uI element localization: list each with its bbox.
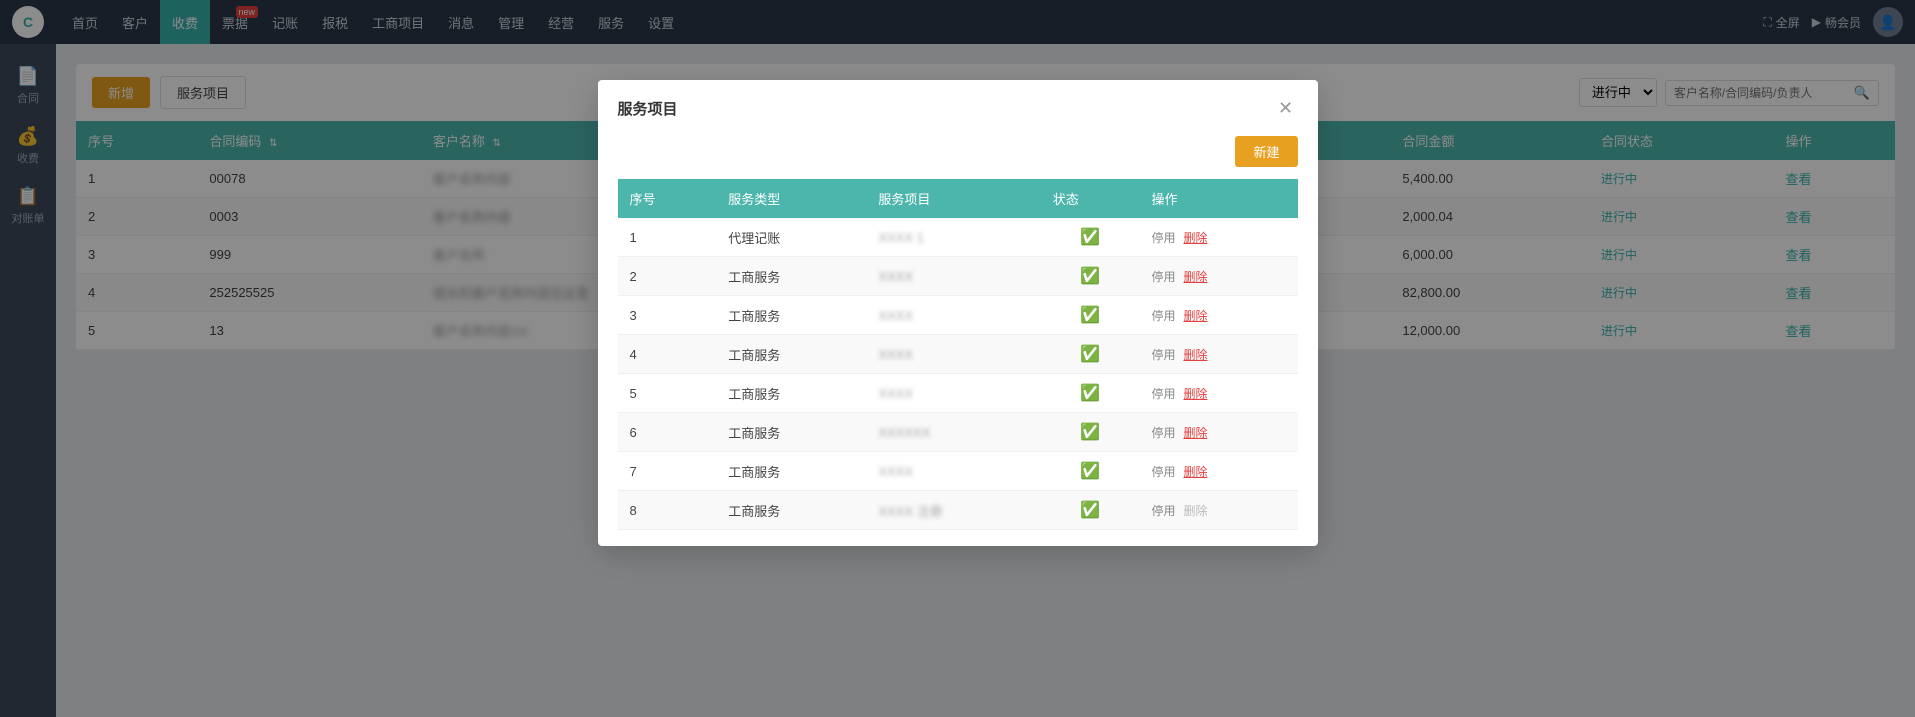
modal-cell-seq: 7 xyxy=(618,452,717,491)
modal-cell-action: 停用 删除 xyxy=(1139,218,1297,257)
modal-cell-item: XXXX 1 xyxy=(866,218,1040,257)
modal-cell-status: ✅ xyxy=(1041,218,1140,257)
delete-button[interactable]: 删除 xyxy=(1183,268,1207,285)
modal-cell-status: ✅ xyxy=(1041,491,1140,530)
modal-cell-type: 工商服务 xyxy=(716,257,866,296)
status-check-icon: ✅ xyxy=(1053,227,1128,247)
stop-button[interactable]: 停用 xyxy=(1151,502,1175,519)
action-group: 停用 删除 xyxy=(1151,502,1285,519)
modal-cell-item: XXXX xyxy=(866,335,1040,374)
modal-cell-status: ✅ xyxy=(1041,335,1140,374)
modal-cell-item: XXXX xyxy=(866,296,1040,335)
modal-cell-item: XXXXXX xyxy=(866,413,1040,452)
new-service-button[interactable]: 新建 xyxy=(1235,136,1297,167)
modal-cell-seq: 5 xyxy=(618,374,717,413)
modal-cell-action: 停用 删除 xyxy=(1139,491,1297,530)
modal-cell-type: 工商服务 xyxy=(716,335,866,374)
modal-cell-status: ✅ xyxy=(1041,296,1140,335)
modal-cell-action: 停用 删除 xyxy=(1139,335,1297,374)
delete-button[interactable]: 删除 xyxy=(1183,424,1207,441)
stop-button[interactable]: 停用 xyxy=(1151,229,1175,246)
delete-button[interactable]: 删除 xyxy=(1183,463,1207,480)
stop-button[interactable]: 停用 xyxy=(1151,346,1175,363)
status-check-icon: ✅ xyxy=(1053,422,1128,442)
modal-cell-action: 停用 删除 xyxy=(1139,452,1297,491)
service-items-modal: 服务项目 ✕ 新建 序号 服务类型 服务项目 状态 操作 xyxy=(598,80,1318,546)
modal-table-row: 7 工商服务 XXXX ✅ 停用 删除 xyxy=(618,452,1298,491)
modal-cell-item: XXXX xyxy=(866,257,1040,296)
modal-table: 序号 服务类型 服务项目 状态 操作 1 代理记账 XXXX 1 ✅ xyxy=(618,179,1298,530)
status-check-icon: ✅ xyxy=(1053,344,1128,364)
stop-button[interactable]: 停用 xyxy=(1151,268,1175,285)
delete-button[interactable]: 删除 xyxy=(1183,307,1207,324)
modal-cell-item: XXXX xyxy=(866,452,1040,491)
status-check-icon: ✅ xyxy=(1053,500,1128,520)
delete-button[interactable]: 删除 xyxy=(1183,346,1207,363)
modal-title: 服务项目 xyxy=(618,98,678,119)
action-group: 停用 删除 xyxy=(1151,307,1285,324)
modal-cell-seq: 2 xyxy=(618,257,717,296)
modal-cell-type: 工商服务 xyxy=(716,491,866,530)
modal-cell-type: 工商服务 xyxy=(716,296,866,335)
modal-table-row: 3 工商服务 XXXX ✅ 停用 删除 xyxy=(618,296,1298,335)
modal-cell-seq: 3 xyxy=(618,296,717,335)
modal-cell-item: XXXX 注册 xyxy=(866,491,1040,530)
modal-cell-action: 停用 删除 xyxy=(1139,257,1297,296)
action-group: 停用 删除 xyxy=(1151,424,1285,441)
modal-toolbar: 新建 xyxy=(598,128,1318,179)
modal-col-type: 服务类型 xyxy=(716,179,866,218)
action-group: 停用 删除 xyxy=(1151,463,1285,480)
delete-button[interactable]: 删除 xyxy=(1183,385,1207,402)
action-group: 停用 删除 xyxy=(1151,229,1285,246)
modal-close-button[interactable]: ✕ xyxy=(1274,96,1298,120)
modal-table-row: 5 工商服务 XXXX ✅ 停用 删除 xyxy=(618,374,1298,413)
modal-table-row: 8 工商服务 XXXX 注册 ✅ 停用 删除 xyxy=(618,491,1298,530)
status-check-icon: ✅ xyxy=(1053,383,1128,403)
stop-button[interactable]: 停用 xyxy=(1151,307,1175,324)
action-group: 停用 删除 xyxy=(1151,346,1285,363)
modal-table-row: 4 工商服务 XXXX ✅ 停用 删除 xyxy=(618,335,1298,374)
modal-cell-action: 停用 删除 xyxy=(1139,296,1297,335)
modal-cell-status: ✅ xyxy=(1041,452,1140,491)
modal-cell-seq: 1 xyxy=(618,218,717,257)
modal-table-row: 2 工商服务 XXXX ✅ 停用 删除 xyxy=(618,257,1298,296)
stop-button[interactable]: 停用 xyxy=(1151,424,1175,441)
modal-cell-type: 工商服务 xyxy=(716,374,866,413)
status-check-icon: ✅ xyxy=(1053,305,1128,325)
modal-cell-status: ✅ xyxy=(1041,257,1140,296)
modal-cell-item: XXXX xyxy=(866,374,1040,413)
action-group: 停用 删除 xyxy=(1151,385,1285,402)
modal-cell-action: 停用 删除 xyxy=(1139,413,1297,452)
stop-button[interactable]: 停用 xyxy=(1151,385,1175,402)
modal-body: 序号 服务类型 服务项目 状态 操作 1 代理记账 XXXX 1 ✅ xyxy=(598,179,1318,546)
modal-cell-type: 工商服务 xyxy=(716,452,866,491)
modal-cell-seq: 4 xyxy=(618,335,717,374)
modal-col-status: 状态 xyxy=(1041,179,1140,218)
status-check-icon: ✅ xyxy=(1053,461,1128,481)
modal-cell-action: 停用 删除 xyxy=(1139,374,1297,413)
stop-button[interactable]: 停用 xyxy=(1151,463,1175,480)
modal-col-seq: 序号 xyxy=(618,179,717,218)
delete-button[interactable]: 删除 xyxy=(1183,229,1207,246)
modal-col-action: 操作 xyxy=(1139,179,1297,218)
modal-col-item: 服务项目 xyxy=(866,179,1040,218)
modal-table-row: 1 代理记账 XXXX 1 ✅ 停用 删除 xyxy=(618,218,1298,257)
overlay: 服务项目 ✕ 新建 序号 服务类型 服务项目 状态 操作 xyxy=(0,0,1915,717)
action-group: 停用 删除 xyxy=(1151,268,1285,285)
modal-table-row: 6 工商服务 XXXXXX ✅ 停用 删除 xyxy=(618,413,1298,452)
modal-header: 服务项目 ✕ xyxy=(598,80,1318,128)
delete-button[interactable]: 删除 xyxy=(1183,502,1207,519)
modal-cell-seq: 6 xyxy=(618,413,717,452)
status-check-icon: ✅ xyxy=(1053,266,1128,286)
modal-cell-seq: 8 xyxy=(618,491,717,530)
modal-cell-type: 工商服务 xyxy=(716,413,866,452)
modal-cell-status: ✅ xyxy=(1041,413,1140,452)
modal-cell-status: ✅ xyxy=(1041,374,1140,413)
modal-cell-type: 代理记账 xyxy=(716,218,866,257)
